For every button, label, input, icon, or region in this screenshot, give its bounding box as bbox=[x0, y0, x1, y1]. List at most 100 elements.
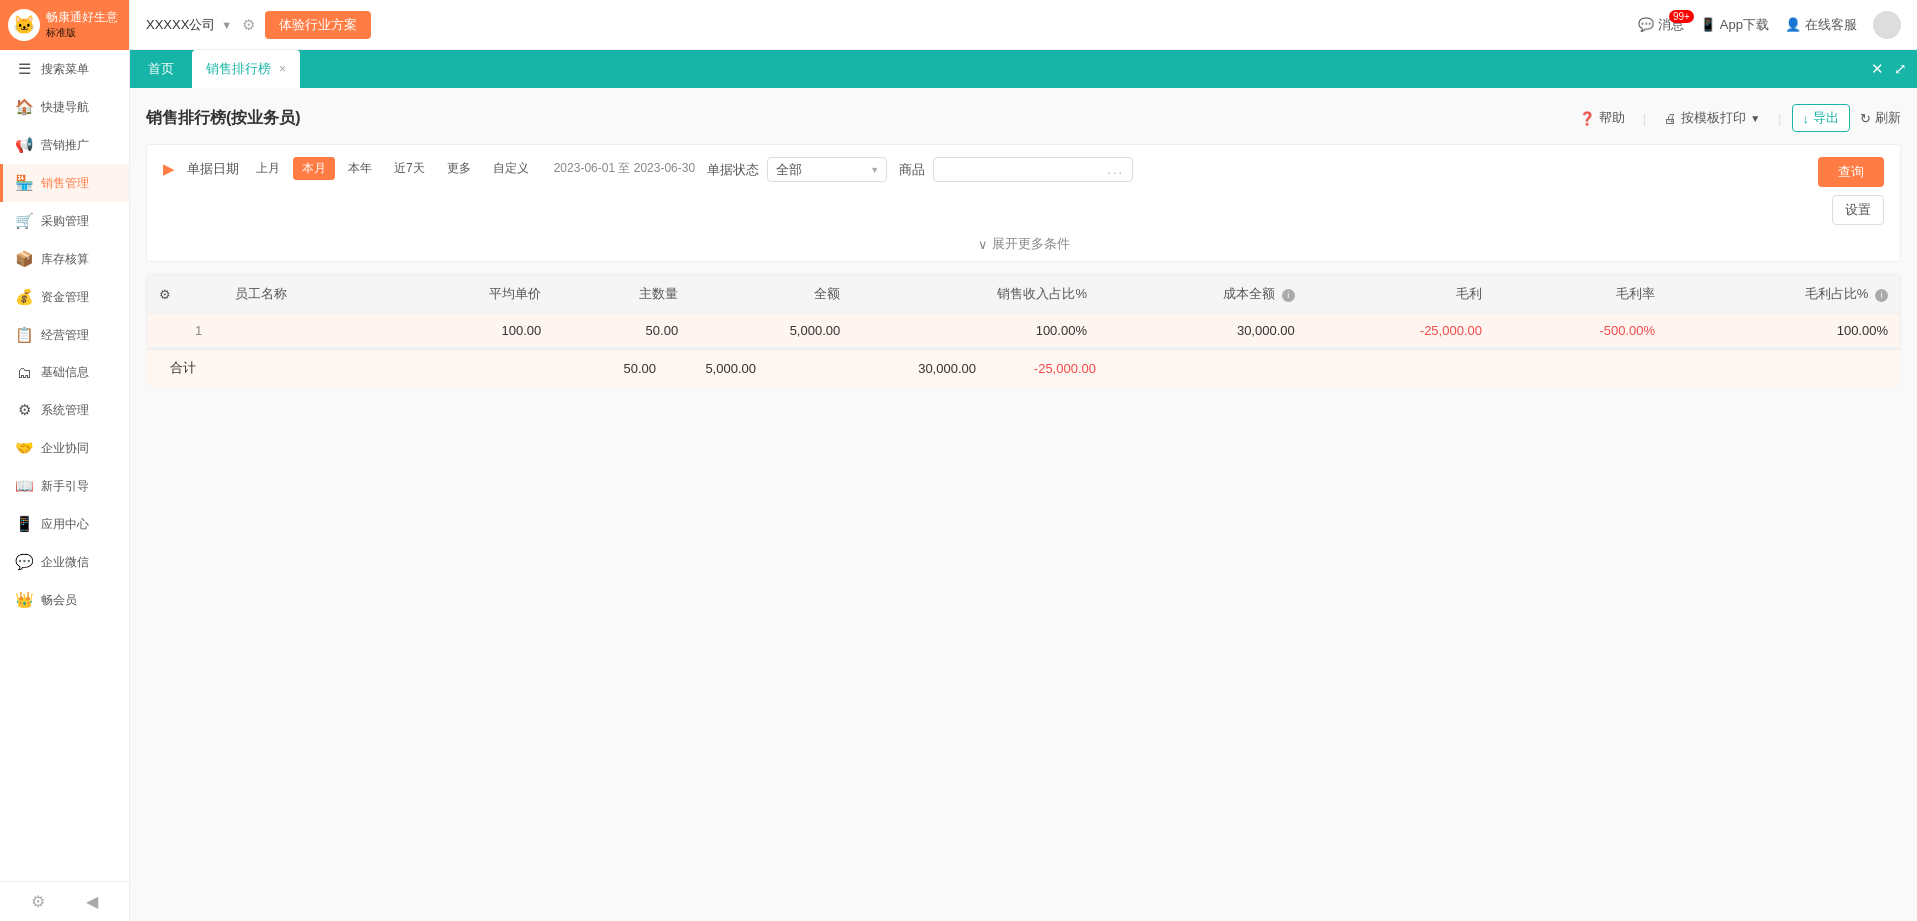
tabbar: 首页 销售排行榜 × ✕ ⤢ bbox=[130, 50, 1917, 88]
sidebar-item-label: 库存核算 bbox=[41, 251, 89, 268]
table-header-row: ⚙ 员工名称 平均单价 主数量 全额 销售收入占比% 成本全额 i 毛利 毛利率… bbox=[147, 275, 1900, 314]
status-select[interactable]: 全部 待审核 已审核 已作废 bbox=[767, 157, 887, 182]
sidebar-item-purchase[interactable]: 🛒 采购管理 bbox=[0, 202, 129, 240]
date-opt-more[interactable]: 更多 bbox=[438, 157, 480, 180]
app-download-button[interactable]: 📱 App下载 bbox=[1700, 16, 1769, 34]
settings-footer-button[interactable]: ⚙ bbox=[31, 892, 45, 911]
table-row: 1 100.00 50.00 5,000.00 100.00% 30,000.0… bbox=[147, 314, 1900, 348]
expand-label: 展开更多条件 bbox=[992, 235, 1070, 253]
date-range-display: 2023-06-01 至 2023-06-30 bbox=[554, 160, 695, 177]
status-select-wrap: 全部 待审核 已审核 已作废 bbox=[767, 157, 887, 182]
tab-close-icon[interactable]: × bbox=[279, 62, 286, 76]
corp-icon: 🤝 bbox=[15, 439, 33, 457]
logo-name: 畅康通好生意 bbox=[46, 10, 118, 26]
filter-right-actions: 查询 设置 bbox=[1818, 157, 1884, 225]
sidebar-item-finance[interactable]: 💰 资金管理 bbox=[0, 278, 129, 316]
service-label: 在线客服 bbox=[1805, 16, 1857, 34]
footer-cost: 30,000.00 bbox=[868, 361, 988, 376]
settings-button[interactable]: 设置 bbox=[1832, 195, 1884, 225]
footer-gross: -25,000.00 bbox=[988, 361, 1108, 376]
logo-sub: 标准版 bbox=[46, 26, 118, 40]
col-avg-price: 平均单价 bbox=[388, 275, 553, 314]
collapse-sidebar-button[interactable]: ◀ bbox=[86, 892, 98, 911]
row-qty: 50.00 bbox=[553, 314, 690, 348]
export-button[interactable]: ↓ 导出 bbox=[1792, 104, 1851, 132]
sidebar-item-label: 营销推广 bbox=[41, 137, 89, 154]
trial-button[interactable]: 体验行业方案 bbox=[265, 11, 371, 39]
sidebar-item-label: 基础信息 bbox=[41, 364, 89, 381]
filter-section: ▶ 单据日期 上月 本月 本年 近7天 更多 自定义 2023-06-01 至 … bbox=[146, 144, 1901, 262]
purchase-icon: 🛒 bbox=[15, 212, 33, 230]
sidebar-item-operation[interactable]: 📋 经营管理 bbox=[0, 316, 129, 354]
sidebar-item-wechat[interactable]: 💬 企业微信 bbox=[0, 543, 129, 581]
sidebar-nav: ☰ 搜索菜单 🏠 快捷导航 📢 营销推广 🏪 销售管理 🛒 采购管理 📦 库存核… bbox=[0, 50, 129, 881]
col-rank bbox=[183, 275, 223, 314]
date-opt-this-month[interactable]: 本月 bbox=[293, 157, 335, 180]
gross-pct-info-icon[interactable]: i bbox=[1875, 289, 1888, 302]
row-gross-pct: 100.00% bbox=[1667, 314, 1900, 348]
sidebar-item-label: 资金管理 bbox=[41, 289, 89, 306]
tab-sales-ranking[interactable]: 销售排行榜 × bbox=[192, 50, 300, 88]
cost-info-icon[interactable]: i bbox=[1282, 289, 1295, 302]
sidebar: 🐱 畅康通好生意 标准版 ☰ 搜索菜单 🏠 快捷导航 📢 营销推广 🏪 销售管理… bbox=[0, 0, 130, 921]
goods-more-icon[interactable]: ... bbox=[1107, 162, 1124, 177]
sidebar-item-corp[interactable]: 🤝 企业协同 bbox=[0, 429, 129, 467]
goods-input[interactable]: ... bbox=[933, 157, 1133, 182]
tab-home[interactable]: 首页 bbox=[130, 50, 192, 88]
page-header: 销售排行榜(按业务员) ❓ 帮助 | 🖨 按模板打印 ▼ | ↓ 导出 bbox=[146, 104, 1901, 132]
date-opt-this-year[interactable]: 本年 bbox=[339, 157, 381, 180]
print-button[interactable]: 🖨 按模板打印 ▼ bbox=[1656, 105, 1768, 131]
row-rank: 1 bbox=[183, 314, 223, 348]
online-service-button[interactable]: 👤 在线客服 bbox=[1785, 16, 1857, 34]
col-settings[interactable]: ⚙ bbox=[147, 275, 183, 314]
service-icon: 👤 bbox=[1785, 17, 1801, 32]
refresh-button[interactable]: ↻ 刷新 bbox=[1860, 109, 1901, 127]
row-amount: 5,000.00 bbox=[690, 314, 852, 348]
col-gross: 毛利 bbox=[1307, 275, 1494, 314]
query-button[interactable]: 查询 bbox=[1818, 157, 1884, 187]
date-opt-7days[interactable]: 近7天 bbox=[385, 157, 434, 180]
finance-icon: 💰 bbox=[15, 288, 33, 306]
date-opt-last-month[interactable]: 上月 bbox=[247, 157, 289, 180]
sidebar-item-inventory[interactable]: 📦 库存核算 bbox=[0, 240, 129, 278]
sales-icon: 🏪 bbox=[15, 174, 33, 192]
sidebar-item-guide[interactable]: 📖 新手引导 bbox=[0, 467, 129, 505]
page-title: 销售排行榜(按业务员) bbox=[146, 108, 301, 129]
sidebar-item-label: 销售管理 bbox=[41, 175, 89, 192]
apps-icon: 📱 bbox=[15, 515, 33, 533]
export-icon: ↓ bbox=[1803, 111, 1810, 126]
help-button[interactable]: ❓ 帮助 bbox=[1571, 105, 1633, 131]
user-avatar[interactable] bbox=[1873, 11, 1901, 39]
sidebar-item-system[interactable]: ⚙ 系统管理 bbox=[0, 391, 129, 429]
row-gross-rate: -500.00% bbox=[1494, 314, 1667, 348]
message-button[interactable]: 💬 消息 99+ bbox=[1638, 16, 1684, 34]
company-selector[interactable]: XXXXX公司 ▼ bbox=[146, 16, 232, 34]
sidebar-item-search[interactable]: ☰ 搜索菜单 bbox=[0, 50, 129, 88]
sidebar-item-member[interactable]: 👑 畅会员 bbox=[0, 581, 129, 619]
marketing-icon: 📢 bbox=[15, 136, 33, 154]
topbar-gear-icon[interactable]: ⚙ bbox=[242, 16, 255, 34]
page-actions: ❓ 帮助 | 🖨 按模板打印 ▼ | ↓ 导出 ↻ 刷新 bbox=[1571, 104, 1901, 132]
tab-active-label: 销售排行榜 bbox=[206, 60, 271, 78]
goods-filter-col: 商品 ... bbox=[899, 157, 1133, 182]
guide-icon: 📖 bbox=[15, 477, 33, 495]
tab-close-window-icon[interactable]: ✕ bbox=[1871, 60, 1884, 78]
table-footer: 合计 50.00 5,000.00 30,000.00 -25,000.00 bbox=[146, 349, 1901, 386]
topbar-right: 💬 消息 99+ 📱 App下载 👤 在线客服 bbox=[1638, 11, 1901, 39]
sidebar-item-marketing[interactable]: 📢 营销推广 bbox=[0, 126, 129, 164]
date-opt-custom[interactable]: 自定义 bbox=[484, 157, 538, 180]
sidebar-item-sales[interactable]: 🏪 销售管理 bbox=[0, 164, 129, 202]
row-employee-name bbox=[223, 314, 388, 348]
sidebar-item-shortcut[interactable]: 🏠 快捷导航 bbox=[0, 88, 129, 126]
expand-more-row[interactable]: ∨ 展开更多条件 bbox=[163, 235, 1884, 253]
date-filter-col: ▶ 单据日期 上月 本月 本年 近7天 更多 自定义 2023-06-01 至 … bbox=[163, 157, 695, 180]
row-settings bbox=[147, 314, 183, 348]
tab-restore-icon[interactable]: ⤢ bbox=[1894, 60, 1907, 78]
sidebar-item-label: 经营管理 bbox=[41, 327, 89, 344]
sidebar-item-basic[interactable]: 🗂 基础信息 bbox=[0, 354, 129, 391]
sidebar-item-apps[interactable]: 📱 应用中心 bbox=[0, 505, 129, 543]
row-cost: 30,000.00 bbox=[1099, 314, 1307, 348]
data-table-wrap: ⚙ 员工名称 平均单价 主数量 全额 销售收入占比% 成本全额 i 毛利 毛利率… bbox=[146, 274, 1901, 349]
filter-arrow-icon[interactable]: ▶ bbox=[163, 160, 175, 178]
tab-home-label: 首页 bbox=[148, 60, 174, 78]
